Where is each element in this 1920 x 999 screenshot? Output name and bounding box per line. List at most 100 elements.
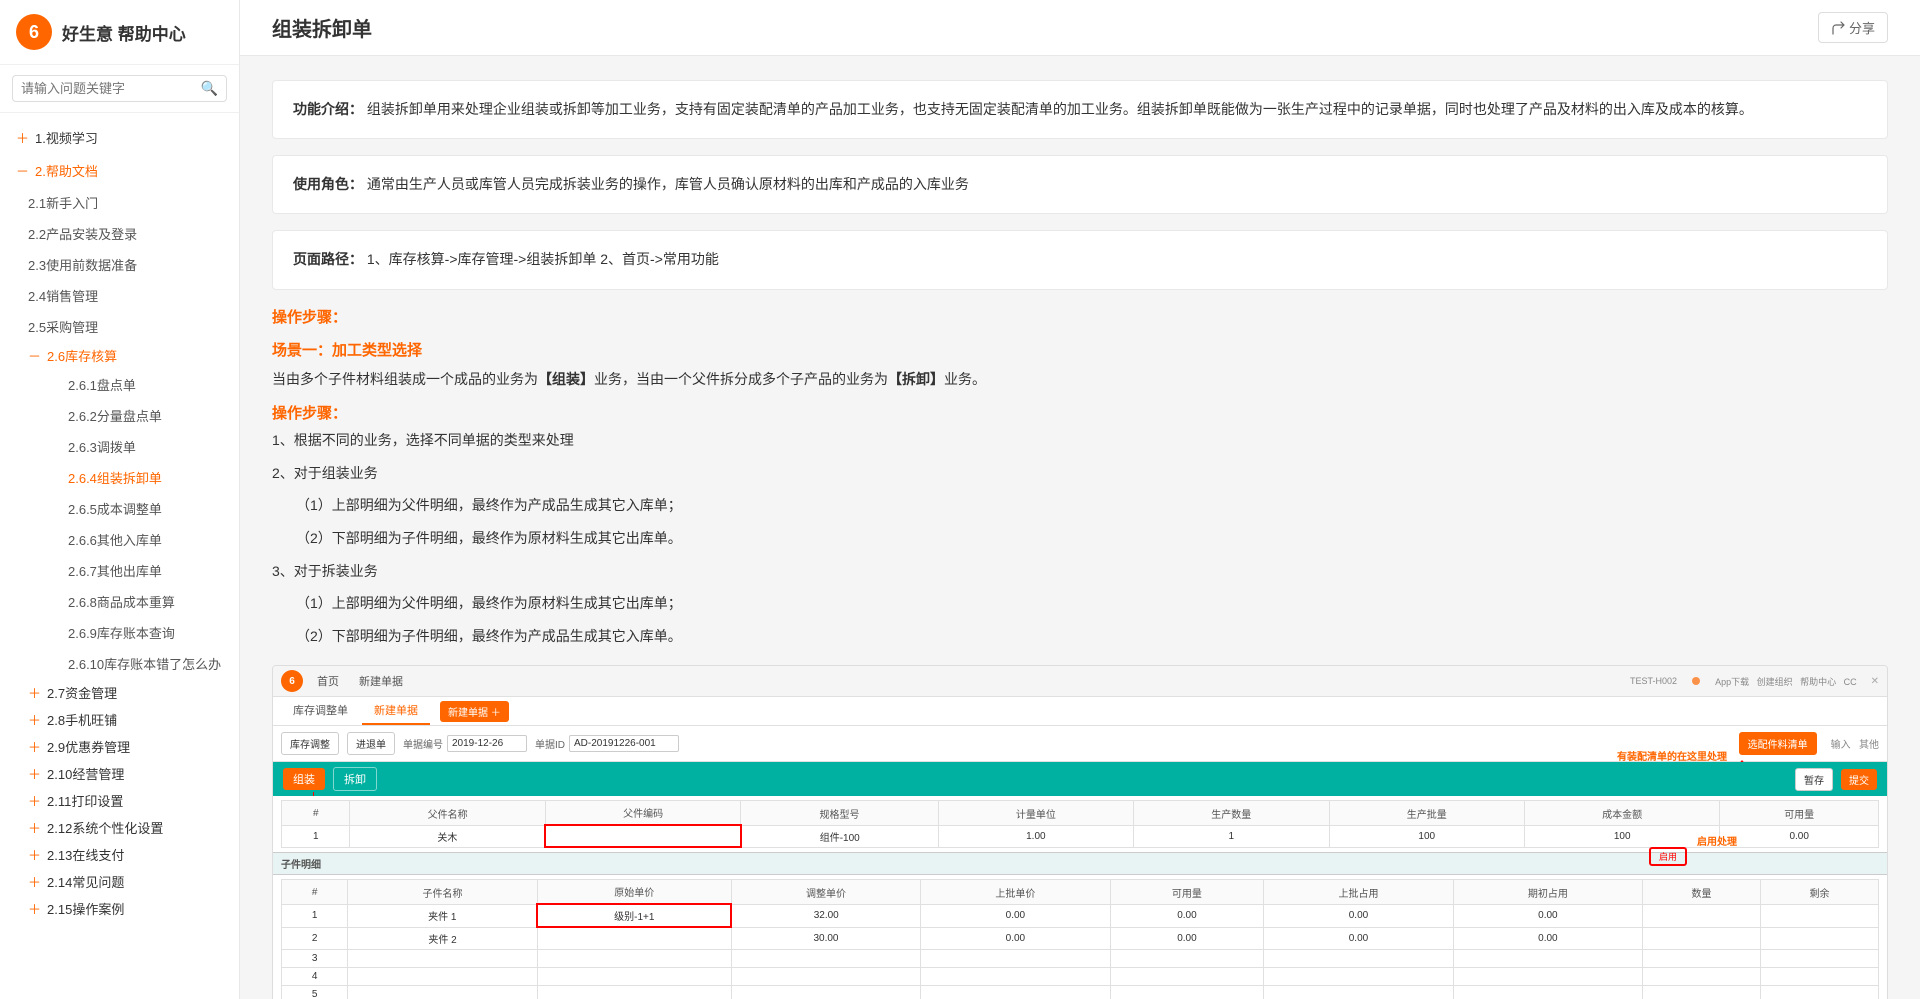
sidebar-item-2.5[interactable]: 2.5采购管理 bbox=[28, 311, 239, 342]
sim-parent-table: # 父件名称 父件编码 规格型号 计量单位 生产数量 生产批量 成本金额 可用量 bbox=[273, 796, 1887, 852]
sim-field-id: 单据ID bbox=[535, 735, 679, 752]
sidebar-item-2.6[interactable]: － 2.6库存核算 bbox=[28, 342, 239, 369]
sidebar-item-2.6.7[interactable]: 2.6.7其他出库单 bbox=[56, 555, 239, 586]
intro-text: 组装拆卸单用来处理企业组装或拆卸等加工业务，支持有固定装配清单的产品加工业务，也… bbox=[367, 101, 1753, 117]
sidebar-item-2.3[interactable]: 2.3使用前数据准备 bbox=[28, 249, 239, 280]
sim-tab-new[interactable]: 新建单据 bbox=[362, 697, 430, 725]
sidebar-item-2.4[interactable]: 2.4销售管理 bbox=[28, 280, 239, 311]
table-row: 1 夹件 1 级别-1+1 32.00 0.00 0.00 0.00 0.00 bbox=[282, 904, 1879, 927]
annotation-1: 有装配清单的在这里处理 bbox=[1617, 748, 1727, 763]
col-produce-batch: 生产批量 bbox=[1329, 801, 1524, 826]
intro-block: 功能介绍： 组装拆卸单用来处理企业组装或拆卸等加工业务，支持有固定装配清单的产品… bbox=[272, 80, 1888, 139]
table-row: 4 bbox=[282, 967, 1879, 985]
sidebar-item-2.11[interactable]: ＋ 2.11打印设置 bbox=[28, 787, 239, 814]
sim-sub-separator: 子件明细 启用处理 启用 bbox=[273, 852, 1887, 875]
col-parent-name: 父件名称 bbox=[350, 801, 545, 826]
col-spec: 规格型号 bbox=[741, 801, 938, 826]
sidebar-item-2.10[interactable]: ＋ 2.10经营管理 bbox=[28, 760, 239, 787]
sidebar-item-2.6.6[interactable]: 2.6.6其他入库单 bbox=[56, 524, 239, 555]
sidebar-item-2.6.1[interactable]: 2.6.1盘点单 bbox=[56, 369, 239, 400]
sim-id-input[interactable] bbox=[569, 735, 679, 752]
sim-store-id: TEST-H002 bbox=[1630, 676, 1677, 686]
sim-tabbar: 库存调整单 新建单据 新建单据 ＋ bbox=[273, 697, 1887, 726]
sidebar: 6 好生意 帮助中心 🔍 ＋ 1.视频学习 － 2.帮助文档 2.1新手入门 2… bbox=[0, 0, 240, 999]
col-unit: 计量单位 bbox=[938, 801, 1133, 826]
search-input[interactable] bbox=[21, 81, 201, 96]
expand-2.7-icon: ＋ bbox=[28, 683, 41, 702]
annotation-3: 启用处理 bbox=[1697, 833, 1737, 848]
sim-menu-home[interactable]: 首页 bbox=[311, 671, 345, 691]
role-text: 通常由生产人员或库管人员完成拆装业务的操作，库管人员确认原材料的出库和产成品的入… bbox=[367, 176, 969, 192]
main-area: 组装拆卸单 分享 功能介绍： 组装拆卸单用来处理企业组装或拆卸等加工业务，支持有… bbox=[240, 0, 1920, 999]
sidebar-item-docs-label: 2.帮助文档 bbox=[35, 161, 98, 180]
sidebar-item-2.2[interactable]: 2.2产品安装及登录 bbox=[28, 218, 239, 249]
sidebar-item-2.6.4[interactable]: 2.6.4组装拆卸单 bbox=[56, 462, 239, 493]
share-button[interactable]: 分享 bbox=[1818, 12, 1888, 43]
step2: 2、对于组装业务 bbox=[272, 460, 1888, 487]
search-bar: 🔍 bbox=[0, 65, 239, 113]
steps-container: 操作步骤： 场景一：加工类型选择 当由多个子件材料组装成一个成品的业务为【组装】… bbox=[272, 306, 1888, 650]
sim-select-parts-btn[interactable]: 选配件料清单 bbox=[1739, 732, 1817, 755]
sim-btn-adjust[interactable]: 库存调整 bbox=[281, 732, 339, 755]
sidebar-item-2.6.2[interactable]: 2.6.2分量盘点单 bbox=[56, 400, 239, 431]
table-row: 5 bbox=[282, 985, 1879, 999]
sim-header-right: App下载 创建组织 帮助中心 CC bbox=[1715, 675, 1857, 688]
expand-icon: ＋ bbox=[16, 128, 29, 147]
sim-menu-new[interactable]: 新建单据 bbox=[353, 671, 409, 691]
expand-2.11-icon: ＋ bbox=[28, 791, 41, 810]
sim-btn-retreat[interactable]: 进退单 bbox=[347, 732, 395, 755]
expand-2.6-icon: － bbox=[28, 346, 41, 365]
sim-child-table-el: # 子件名称 原始单价 调整单价 上批单价 可用量 上批占用 期初占用 数量 剩… bbox=[281, 879, 1879, 999]
path-block: 页面路径： 1、库存核算->库存管理->组装拆卸单 2、首页->常用功能 bbox=[272, 230, 1888, 289]
sidebar-item-2.1[interactable]: 2.1新手入门 bbox=[28, 187, 239, 218]
sidebar-item-2.12[interactable]: ＋ 2.12系统个性化设置 bbox=[28, 814, 239, 841]
sim-new-tab-btn[interactable]: 新建单据 ＋ bbox=[440, 701, 509, 722]
path-text: 1、库存核算->库存管理->组装拆卸单 2、首页->常用功能 bbox=[367, 251, 719, 267]
sidebar-item-docs[interactable]: － 2.帮助文档 bbox=[0, 154, 239, 187]
sim-date-input[interactable] bbox=[447, 735, 527, 752]
sim-logo: 6 bbox=[281, 670, 303, 692]
sidebar-item-2.7[interactable]: ＋ 2.7资金管理 bbox=[28, 679, 239, 706]
sidebar-item-2.9[interactable]: ＋ 2.9优惠券管理 bbox=[28, 733, 239, 760]
table-row: 1 关木 组件-100 1.00 1 100 100 0.00 bbox=[282, 825, 1879, 847]
content-area: 功能介绍： 组装拆卸单用来处理企业组装或拆卸等加工业务，支持有固定装配清单的产品… bbox=[240, 56, 1920, 999]
sim-topbar: 6 首页 新建单据 TEST-H002 App下载 创建组织 帮助中心 CC ✕ bbox=[273, 666, 1887, 697]
sim-submit-btn[interactable]: 提交 bbox=[1841, 769, 1877, 790]
screenshot-block: 6 首页 新建单据 TEST-H002 App下载 创建组织 帮助中心 CC ✕… bbox=[272, 665, 1888, 999]
share-icon bbox=[1831, 21, 1845, 35]
sidebar-item-2.15[interactable]: ＋ 2.15操作案例 bbox=[28, 895, 239, 922]
sidebar-item-2.8[interactable]: ＋ 2.8手机旺铺 bbox=[28, 706, 239, 733]
sim-enable-box: 启用 bbox=[1649, 847, 1687, 866]
step3-2: （2）下部明细为子件明细，最终作为产成品生成其它入库单。 bbox=[272, 623, 1888, 650]
sidebar-item-video-label: 1.视频学习 bbox=[35, 128, 98, 147]
page-title: 组装拆卸单 bbox=[272, 13, 372, 42]
col-num: # bbox=[282, 801, 350, 826]
sim-tab-adjust[interactable]: 库存调整单 bbox=[281, 697, 360, 725]
table-row: 3 bbox=[282, 949, 1879, 967]
sidebar-item-2.14[interactable]: ＋ 2.14常见问题 bbox=[28, 868, 239, 895]
sidebar-item-2.6.9[interactable]: 2.6.9库存账本查询 bbox=[56, 617, 239, 648]
sidebar-item-2.6.10[interactable]: 2.6.10库存账本错了怎么办 bbox=[56, 648, 239, 679]
sim-child-table: # 子件名称 原始单价 调整单价 上批单价 可用量 上批占用 期初占用 数量 剩… bbox=[273, 875, 1887, 999]
sidebar-item-2.13[interactable]: ＋ 2.13在线支付 bbox=[28, 841, 239, 868]
intro-label: 功能介绍： bbox=[293, 101, 363, 117]
expand-2.10-icon: ＋ bbox=[28, 764, 41, 783]
sim-save-btn[interactable]: 暂存 bbox=[1795, 768, 1833, 791]
sidebar-item-2.6.5[interactable]: 2.6.5成本调整单 bbox=[56, 493, 239, 524]
sidebar-item-2.6.8[interactable]: 2.6.8商品成本重算 bbox=[56, 586, 239, 617]
search-icon[interactable]: 🔍 bbox=[201, 80, 218, 97]
scene1-desc: 当由多个子件材料组装成一个成品的业务为【组装】业务，当由一个父件拆分成多个子产品… bbox=[272, 366, 1888, 393]
sidebar-item-video[interactable]: ＋ 1.视频学习 bbox=[0, 121, 239, 154]
sim-field-date: 单据编号 bbox=[403, 735, 527, 752]
sim-sub-toolbar: 组装 拆卸 暂存 提交 组装业务、拆卸业务在这里切换 bbox=[273, 762, 1887, 796]
expand-2.13-icon: ＋ bbox=[28, 845, 41, 864]
sim-disassemble-btn[interactable]: 拆卸 bbox=[333, 767, 377, 791]
expand-2.12-icon: ＋ bbox=[28, 818, 41, 837]
step2-1: （1）上部明细为父件明细，最终作为产成品生成其它入库单； bbox=[272, 492, 1888, 519]
search-wrap: 🔍 bbox=[12, 75, 227, 102]
sim-close-icon[interactable]: ✕ bbox=[1871, 676, 1879, 687]
step3-1: （1）上部明细为父件明细，最终作为原材料生成其它出库单； bbox=[272, 590, 1888, 617]
sidebar-item-2.6.3[interactable]: 2.6.3调拨单 bbox=[56, 431, 239, 462]
sim-assemble-btn[interactable]: 组装 bbox=[283, 768, 325, 790]
nav-sub-docs: 2.1新手入门 2.2产品安装及登录 2.3使用前数据准备 2.4销售管理 2.… bbox=[0, 187, 239, 922]
